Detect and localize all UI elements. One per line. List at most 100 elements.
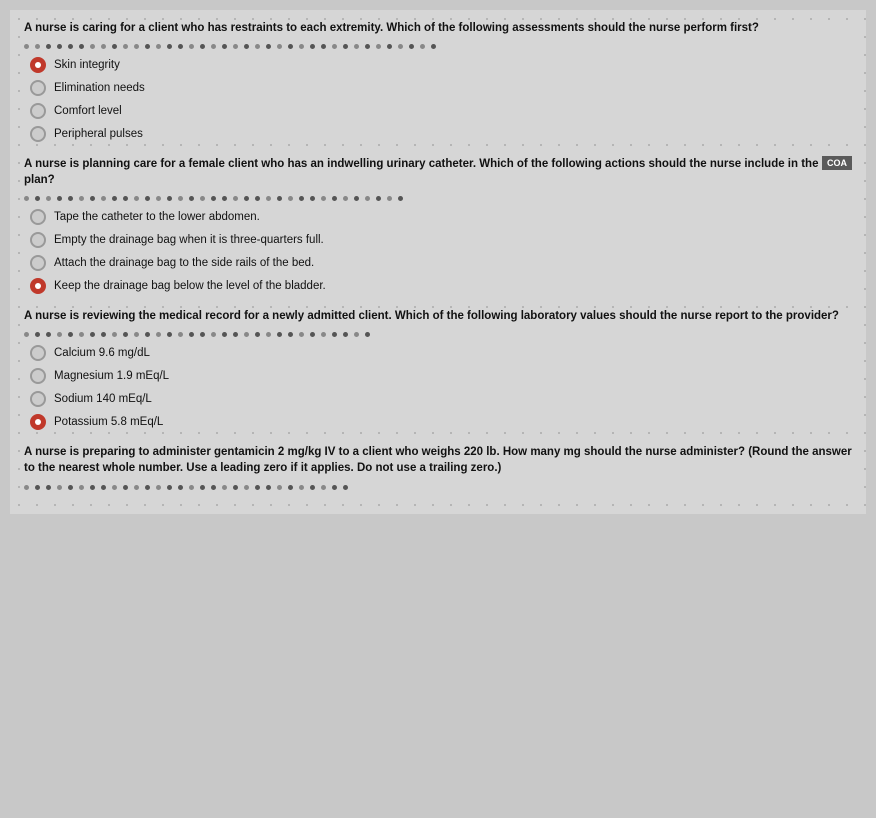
dot bbox=[46, 485, 51, 490]
option-item[interactable]: Magnesium 1.9 mEq/L bbox=[30, 368, 852, 384]
dot bbox=[420, 44, 425, 49]
option-item[interactable]: Calcium 9.6 mg/dL bbox=[30, 345, 852, 361]
dot bbox=[277, 332, 282, 337]
option-label: Tape the catheter to the lower abdomen. bbox=[54, 211, 260, 223]
option-item[interactable]: Tape the catheter to the lower abdomen. bbox=[30, 209, 852, 225]
dot bbox=[244, 196, 249, 201]
dot bbox=[35, 332, 40, 337]
radio-button[interactable] bbox=[30, 57, 46, 73]
options-list-3: Calcium 9.6 mg/dL Magnesium 1.9 mEq/L So… bbox=[30, 345, 852, 430]
radio-button[interactable] bbox=[30, 414, 46, 430]
dot bbox=[90, 332, 95, 337]
dot bbox=[156, 485, 161, 490]
dot bbox=[255, 44, 260, 49]
dot bbox=[266, 485, 271, 490]
option-item[interactable]: Comfort level bbox=[30, 103, 852, 119]
question-1: A nurse is caring for a client who has r… bbox=[24, 20, 852, 142]
option-label: Comfort level bbox=[54, 105, 122, 117]
radio-button[interactable] bbox=[30, 103, 46, 119]
dot bbox=[354, 196, 359, 201]
dot bbox=[233, 196, 238, 201]
dot bbox=[277, 196, 282, 201]
dot bbox=[200, 196, 205, 201]
question-3: A nurse is reviewing the medical record … bbox=[24, 308, 852, 430]
dot bbox=[68, 196, 73, 201]
dot bbox=[288, 332, 293, 337]
dot bbox=[156, 332, 161, 337]
question-2: COA A nurse is planning care for a femal… bbox=[24, 156, 852, 294]
dot bbox=[321, 44, 326, 49]
dots-row-4 bbox=[24, 485, 852, 490]
dot bbox=[145, 332, 150, 337]
dot bbox=[310, 196, 315, 201]
dot bbox=[178, 332, 183, 337]
dot bbox=[288, 44, 293, 49]
dot bbox=[354, 332, 359, 337]
dot bbox=[354, 44, 359, 49]
dot bbox=[343, 332, 348, 337]
dots-row-3 bbox=[24, 332, 852, 337]
option-item[interactable]: Skin integrity bbox=[30, 57, 852, 73]
dot bbox=[178, 485, 183, 490]
dot bbox=[112, 485, 117, 490]
dot bbox=[46, 332, 51, 337]
dot bbox=[387, 196, 392, 201]
dot bbox=[178, 196, 183, 201]
option-label: Peripheral pulses bbox=[54, 128, 143, 140]
radio-button[interactable] bbox=[30, 391, 46, 407]
option-label: Empty the drainage bag when it is three-… bbox=[54, 234, 324, 246]
dot bbox=[112, 196, 117, 201]
radio-button[interactable] bbox=[30, 278, 46, 294]
dot bbox=[255, 196, 260, 201]
radio-button[interactable] bbox=[30, 345, 46, 361]
dot bbox=[101, 485, 106, 490]
dot bbox=[321, 196, 326, 201]
dot bbox=[376, 196, 381, 201]
dot bbox=[189, 332, 194, 337]
dot bbox=[431, 44, 436, 49]
dot bbox=[244, 332, 249, 337]
dot bbox=[255, 485, 260, 490]
question-1-text: A nurse is caring for a client who has r… bbox=[24, 20, 852, 36]
dot bbox=[189, 44, 194, 49]
dots-row-1 bbox=[24, 44, 852, 49]
radio-button[interactable] bbox=[30, 126, 46, 142]
option-item[interactable]: Peripheral pulses bbox=[30, 126, 852, 142]
option-item[interactable]: Potassium 5.8 mEq/L bbox=[30, 414, 852, 430]
dot bbox=[365, 332, 370, 337]
dot bbox=[233, 485, 238, 490]
dot bbox=[299, 196, 304, 201]
option-item[interactable]: Sodium 140 mEq/L bbox=[30, 391, 852, 407]
dot bbox=[332, 44, 337, 49]
radio-button[interactable] bbox=[30, 232, 46, 248]
dot bbox=[222, 196, 227, 201]
option-label: Keep the drainage bag below the level of… bbox=[54, 280, 326, 292]
dot bbox=[57, 485, 62, 490]
dot bbox=[310, 44, 315, 49]
dot bbox=[24, 332, 29, 337]
dot bbox=[79, 44, 84, 49]
dot bbox=[211, 44, 216, 49]
dot bbox=[233, 332, 238, 337]
dot bbox=[90, 44, 95, 49]
dot bbox=[321, 485, 326, 490]
radio-button[interactable] bbox=[30, 255, 46, 271]
dot bbox=[310, 485, 315, 490]
dot bbox=[299, 485, 304, 490]
option-item[interactable]: Attach the drainage bag to the side rail… bbox=[30, 255, 852, 271]
radio-button[interactable] bbox=[30, 209, 46, 225]
option-item[interactable]: Elimination needs bbox=[30, 80, 852, 96]
dot bbox=[134, 196, 139, 201]
option-item[interactable]: Keep the drainage bag below the level of… bbox=[30, 278, 852, 294]
dot bbox=[398, 44, 403, 49]
dot bbox=[310, 332, 315, 337]
radio-button[interactable] bbox=[30, 80, 46, 96]
dot bbox=[266, 196, 271, 201]
dot bbox=[112, 44, 117, 49]
radio-button[interactable] bbox=[30, 368, 46, 384]
option-label: Sodium 140 mEq/L bbox=[54, 393, 152, 405]
dot bbox=[101, 44, 106, 49]
dot bbox=[57, 196, 62, 201]
dot bbox=[68, 485, 73, 490]
option-item[interactable]: Empty the drainage bag when it is three-… bbox=[30, 232, 852, 248]
